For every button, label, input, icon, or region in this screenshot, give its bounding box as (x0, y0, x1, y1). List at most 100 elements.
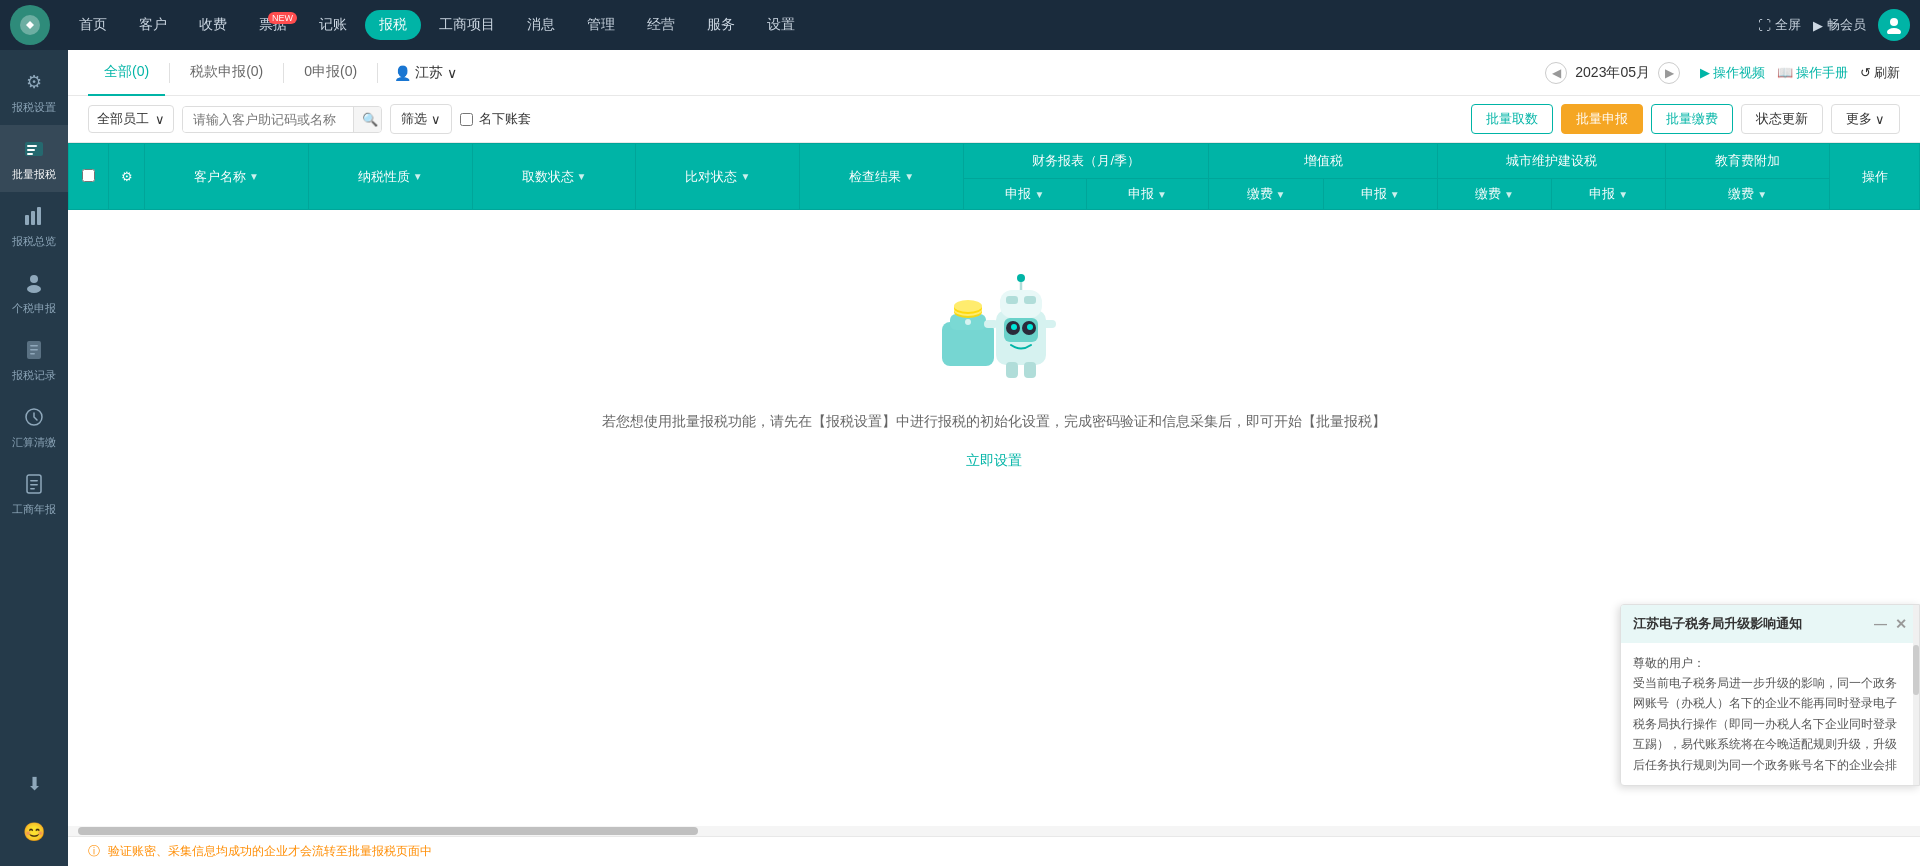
th-urban-construction: 城市维护建设税 (1437, 144, 1665, 179)
sidebar-item-tax-settings[interactable]: ⚙ 报税设置 (0, 58, 68, 125)
status-update-btn[interactable]: 状态更新 (1741, 104, 1823, 134)
batch-declare-btn[interactable]: 批量申报 (1561, 104, 1643, 134)
svg-rect-5 (27, 149, 35, 151)
vat-declare-filter-icon[interactable]: ▼ (1157, 189, 1167, 200)
operation-video-btn[interactable]: ▶ 操作视频 (1700, 64, 1765, 82)
tab-right-actions: ▶ 操作视频 📖 操作手册 ↺ 刷新 (1700, 64, 1900, 82)
nav-accounting[interactable]: 记账 (305, 10, 361, 40)
sidebar-item-annual-report[interactable]: 工商年报 (0, 460, 68, 527)
horizontal-scrollbar[interactable] (68, 826, 1920, 836)
batch-fetch-btn[interactable]: 批量取数 (1471, 104, 1553, 134)
tab-divider-1 (169, 63, 170, 83)
search-button[interactable]: 🔍 (353, 107, 382, 132)
edu-pay-filter-icon[interactable]: ▼ (1757, 189, 1767, 200)
personal-tax-icon (20, 269, 48, 297)
urban-declare-filter-icon[interactable]: ▼ (1390, 189, 1400, 200)
svg-rect-20 (30, 488, 35, 490)
search-input[interactable] (183, 107, 353, 132)
sidebar-item-batch-tax[interactable]: 批量报税 (0, 125, 68, 192)
empty-message: 若您想使用批量报税功能，请先在【报税设置】中进行报税的初始化设置，完成密码验证和… (602, 410, 1386, 432)
setup-link[interactable]: 立即设置 (966, 452, 1022, 470)
svg-rect-34 (1000, 290, 1042, 318)
th-urban-pay: 缴费 ▼ (1437, 179, 1551, 210)
compare-filter-icon[interactable]: ▼ (740, 171, 750, 182)
nav-settings[interactable]: 设置 (753, 10, 809, 40)
sub-account-checkbox[interactable] (460, 113, 473, 126)
filter-label: 筛选 (401, 110, 427, 128)
select-all-checkbox[interactable] (82, 169, 95, 182)
sidebar-user[interactable]: 😊 (16, 808, 52, 856)
nav-billing[interactable]: 收费 (185, 10, 241, 40)
check-filter-icon[interactable]: ▼ (904, 171, 914, 182)
more-btn[interactable]: 更多 ∨ (1831, 104, 1900, 134)
sidebar-item-settlement[interactable]: 汇算清缴 (0, 393, 68, 460)
operation-manual-btn[interactable]: 📖 操作手册 (1777, 64, 1848, 82)
tax-overview-icon (20, 202, 48, 230)
robot-illustration (924, 270, 1064, 390)
tab-zero-declaration[interactable]: 0申报(0) (288, 50, 373, 96)
svg-rect-39 (984, 320, 998, 328)
settings-icon[interactable]: ⚙ (121, 169, 133, 184)
sidebar-download[interactable]: ⬇ (16, 760, 52, 808)
notif-scrollbar-track (1913, 605, 1919, 785)
svg-point-10 (30, 275, 38, 283)
nav-manage[interactable]: 管理 (573, 10, 629, 40)
new-badge: NEW (268, 12, 297, 24)
notif-scrollbar-thumb[interactable] (1913, 645, 1919, 695)
tab-divider-2 (283, 63, 284, 83)
toolbar-right: 批量取数 批量申报 批量缴费 状态更新 更多 ∨ (1471, 104, 1900, 134)
notification-close-btn[interactable]: ✕ (1895, 616, 1907, 632)
nav-business[interactable]: 工商项目 (425, 10, 509, 40)
notification-content: 尊敬的用户： 受当前电子税务局进一步升级的影响，同一个政务网账号（办税人）名下的… (1633, 653, 1907, 775)
urban-pay-filter-icon[interactable]: ▼ (1504, 189, 1514, 200)
svg-rect-14 (30, 349, 38, 351)
nav-operation[interactable]: 经营 (633, 10, 689, 40)
more-chevron-icon: ∨ (1875, 112, 1885, 127)
employee-selector[interactable]: 全部员工 ∨ (88, 105, 174, 133)
nav-tax[interactable]: 报税 (365, 10, 421, 40)
filter-button[interactable]: 筛选 ∨ (390, 104, 452, 134)
province-selector[interactable]: 👤 江苏 ∨ (382, 64, 469, 82)
th-settings: ⚙ (109, 144, 145, 210)
fetch-status-filter-icon[interactable]: ▼ (577, 171, 587, 182)
batch-pay-btn[interactable]: 批量缴费 (1651, 104, 1733, 134)
user-avatar[interactable] (1878, 9, 1910, 41)
th-vat-pay: 缴费 ▼ (1209, 179, 1323, 210)
th-check-result: 检查结果 ▼ (800, 144, 964, 210)
next-month-btn[interactable]: ▶ (1658, 62, 1680, 84)
sidebar-item-tax-records[interactable]: 报税记录 (0, 326, 68, 393)
nav-customer[interactable]: 客户 (125, 10, 181, 40)
nav-items: 首页 客户 收费 票据 NEW 记账 报税 工商项目 消息 管理 经营 服务 设… (65, 10, 1758, 40)
svg-point-2 (1887, 28, 1901, 34)
scrollbar-thumb[interactable] (78, 827, 698, 835)
refresh-btn[interactable]: ↺ 刷新 (1860, 64, 1900, 82)
nav-service[interactable]: 服务 (693, 10, 749, 40)
nav-invoice[interactable]: 票据 NEW (245, 10, 301, 40)
user-icon: 😊 (20, 818, 48, 846)
svg-point-38 (1017, 274, 1025, 282)
tab-all[interactable]: 全部(0) (88, 50, 165, 96)
toolbar: 全部员工 ∨ 🔍 筛选 ∨ 名下账套 批量取数 批量申报 批量缴费 状态更新 (68, 96, 1920, 143)
sidebar: ⚙ 报税设置 批量报税 报税总览 (0, 50, 68, 866)
table-header-row: ⚙ 客户名称 ▼ 纳税性质 ▼ (69, 144, 1920, 179)
th-compare-status: 比对状态 ▼ (636, 144, 800, 210)
nav-message[interactable]: 消息 (513, 10, 569, 40)
fin-declare-filter-icon[interactable]: ▼ (1034, 189, 1044, 200)
notif-minimize-btn[interactable]: — (1874, 616, 1887, 631)
customer-filter-icon[interactable]: ▼ (249, 171, 259, 182)
tax-nature-filter-icon[interactable]: ▼ (413, 171, 423, 182)
vip-btn[interactable]: ▶ 畅会员 (1813, 16, 1866, 34)
nav-right: ⛶ 全屏 ▶ 畅会员 (1758, 9, 1910, 41)
svg-point-23 (965, 319, 971, 325)
nav-home[interactable]: 首页 (65, 10, 121, 40)
fullscreen-btn[interactable]: ⛶ 全屏 (1758, 16, 1801, 34)
th-operation: 操作 (1830, 144, 1920, 210)
prev-month-btn[interactable]: ◀ (1545, 62, 1567, 84)
sub-account-checkbox-label[interactable]: 名下账套 (460, 110, 531, 128)
sidebar-item-tax-overview[interactable]: 报税总览 (0, 192, 68, 259)
sidebar-item-personal-tax[interactable]: 个税申报 (0, 259, 68, 326)
vat-pay-filter-icon[interactable]: ▼ (1276, 189, 1286, 200)
tab-tax-declaration[interactable]: 税款申报(0) (174, 50, 279, 96)
chevron-down-icon: ∨ (447, 65, 457, 81)
edu-declare-filter-icon[interactable]: ▼ (1618, 189, 1628, 200)
